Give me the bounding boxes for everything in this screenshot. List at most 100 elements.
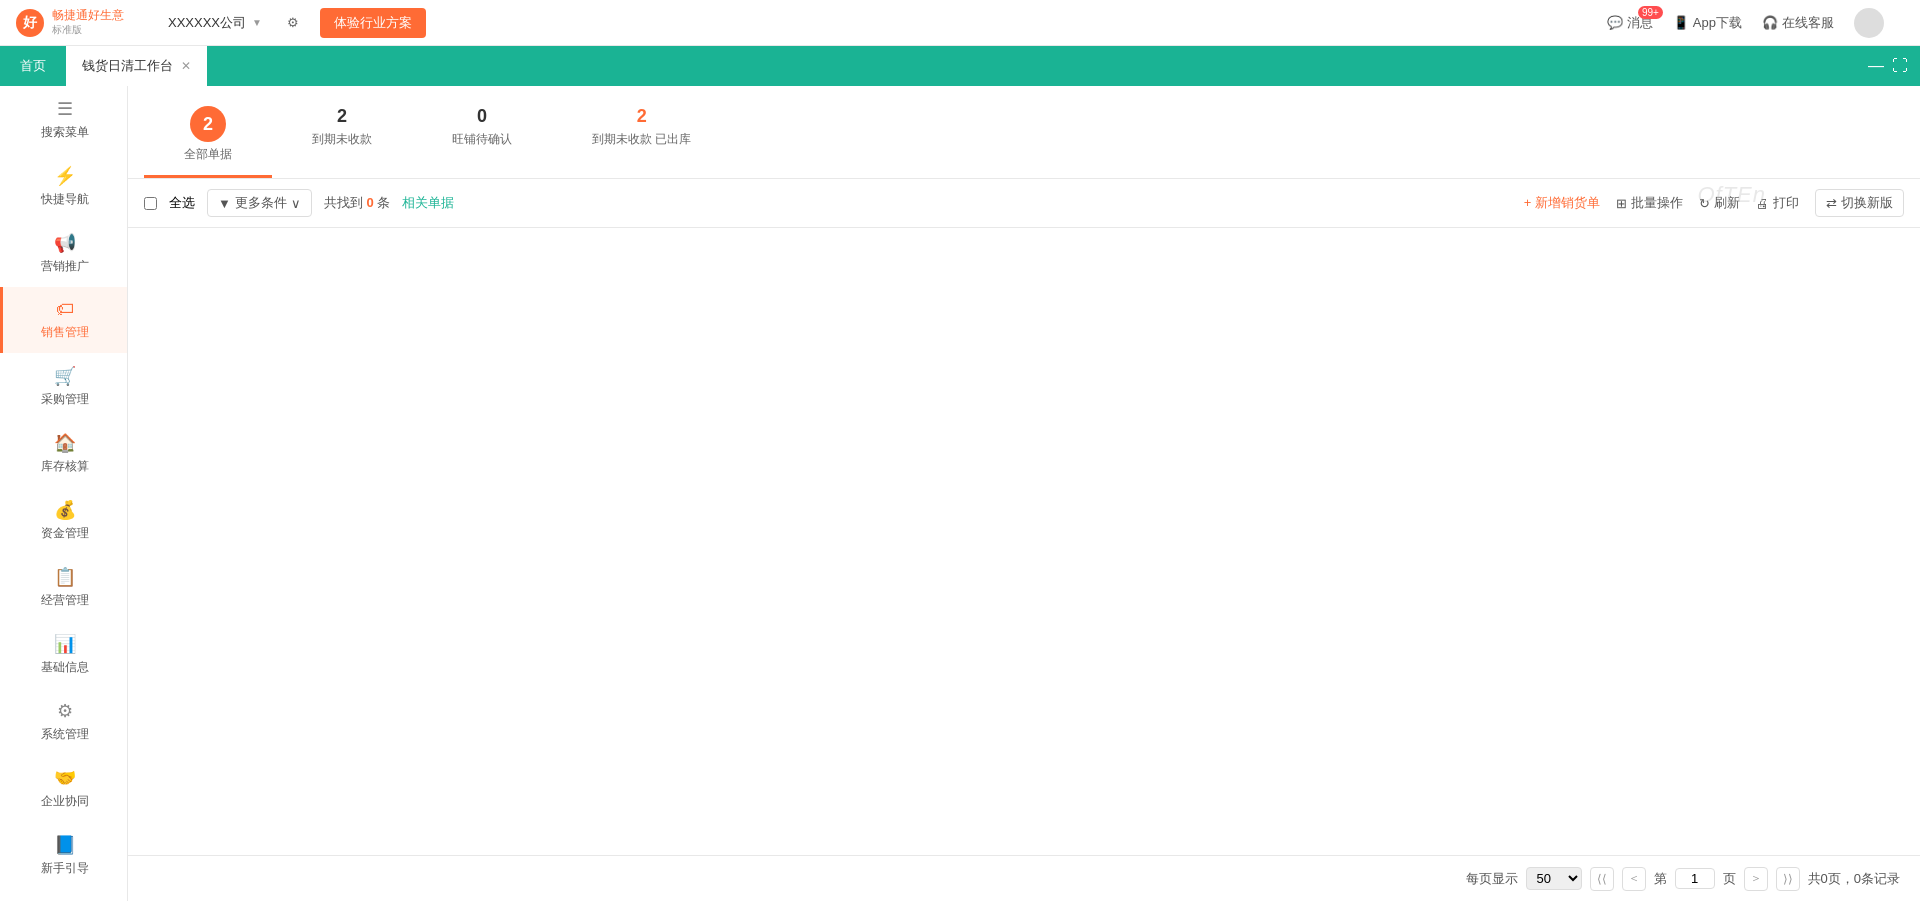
page-first-btn[interactable]: ⟨⟨ (1590, 867, 1614, 891)
stat-label-1: 到期未收款 (312, 131, 372, 148)
sidebar-item-purchase[interactable]: 🛒 采购管理 (0, 353, 127, 420)
sidebar-label-cooperation: 企业协同 (41, 793, 89, 810)
sidebar-label-sales: 销售管理 (41, 324, 89, 341)
main-content: 2 全部单据 2 到期未收款 0 旺铺待确认 2 到期未收款 已出库 全选 ▼ … (128, 86, 1920, 901)
sidebar-item-quick-nav[interactable]: ⚡ 快捷导航 (0, 153, 127, 220)
tab-current[interactable]: 钱货日清工作台 ✕ (66, 46, 207, 86)
company-name: XXXXXX公司 (168, 14, 246, 32)
sidebar-item-inventory[interactable]: 🏠 库存核算 (0, 420, 127, 487)
batch-operation-btn[interactable]: ⊞ 批量操作 (1616, 194, 1683, 212)
logo-area: 好 畅捷通好生意 标准版 (16, 8, 144, 38)
sidebar-icon-basic-info: 📊 (54, 633, 76, 655)
message-btn[interactable]: 💬 消息 99+ (1607, 14, 1653, 32)
found-text: 共找到 0 条 (324, 194, 390, 212)
total-info: 共0页，0条记录 (1808, 870, 1900, 888)
sidebar-icon-finance: 💰 (54, 499, 76, 521)
stat-number-3: 2 (637, 106, 647, 127)
stat-label-0: 全部单据 (184, 146, 232, 163)
layout: ☰ 搜索菜单 ⚡ 快捷导航 📢 营销推广 🏷 销售管理 🛒 采购管理 🏠 库存核… (0, 86, 1920, 901)
sidebar-icon-inventory: 🏠 (54, 432, 76, 454)
sidebar-item-system[interactable]: ⚙ 系统管理 (0, 688, 127, 755)
switch-label: 切换新版 (1841, 194, 1893, 212)
sidebar-label-inventory: 库存核算 (41, 458, 89, 475)
print-icon: 🖨 (1756, 196, 1769, 211)
sidebar-icon-system: ⚙ (57, 700, 73, 722)
stat-label-2: 旺铺待确认 (452, 131, 512, 148)
sidebar-icon-purchase: 🛒 (54, 365, 76, 387)
sidebar-item-app-center[interactable]: 🔧 应用中心 (0, 889, 127, 901)
sidebar-item-operation[interactable]: 📋 经营管理 (0, 554, 127, 621)
sidebar-item-search[interactable]: ☰ 搜索菜单 (0, 86, 127, 153)
stat-number-1: 2 (337, 106, 347, 127)
sidebar-item-basic-info[interactable]: 📊 基础信息 (0, 621, 127, 688)
print-label: 打印 (1773, 194, 1799, 212)
page-last-btn[interactable]: ⟩⟩ (1776, 867, 1800, 891)
settings-icon[interactable]: ⚙ (278, 8, 308, 38)
message-badge: 99+ (1638, 6, 1663, 19)
sidebar-item-marketing[interactable]: 📢 营销推广 (0, 220, 127, 287)
sidebar-label-operation: 经营管理 (41, 592, 89, 609)
sidebar-icon-guide: 📘 (54, 834, 76, 856)
page-label: 第 (1654, 870, 1667, 888)
switch-icon: ⇄ (1826, 196, 1837, 211)
stat-tab-1[interactable]: 2 到期未收款 (272, 98, 412, 178)
stat-tab-3[interactable]: 2 到期未收款 已出库 (552, 98, 731, 178)
sidebar-item-cooperation[interactable]: 🤝 企业协同 (0, 755, 127, 822)
page-suffix: 页 (1723, 870, 1736, 888)
filter-btn[interactable]: ▼ 更多条件 ∨ (207, 189, 312, 217)
tab-close-icon[interactable]: ✕ (181, 59, 191, 73)
logo-icon: 好 (16, 9, 44, 37)
found-count: 0 (367, 195, 374, 210)
service-icon: 🎧 (1762, 15, 1778, 30)
sidebar-item-guide[interactable]: 📘 新手引导 (0, 822, 127, 889)
sidebar-icon-quick-nav: ⚡ (54, 165, 76, 187)
refresh-btn[interactable]: ↻ 刷新 (1699, 194, 1740, 212)
select-all-checkbox[interactable] (144, 197, 157, 210)
sidebar-item-finance[interactable]: 💰 资金管理 (0, 487, 127, 554)
avatar[interactable] (1854, 8, 1884, 38)
table-area (128, 228, 1920, 855)
sidebar-icon-sales: 🏷 (56, 299, 74, 320)
pagination: 每页显示 50 100 200 ⟨⟨ ＜ 第 页 ＞ ⟩⟩ 共0页，0条记录 (128, 855, 1920, 901)
toolbar-right: + 新增销货单 ⊞ 批量操作 ↻ 刷新 🖨 打印 ⇄ 切换新版 (1524, 189, 1904, 217)
page-next-btn[interactable]: ＞ (1744, 867, 1768, 891)
sidebar-label-system: 系统管理 (41, 726, 89, 743)
message-icon: 💬 (1607, 15, 1623, 30)
per-page-select[interactable]: 50 100 200 (1526, 867, 1582, 890)
sidebar-label-search: 搜索菜单 (41, 124, 89, 141)
tab-minimize-icon[interactable]: — (1868, 57, 1884, 75)
stat-number-2: 0 (477, 106, 487, 127)
online-service-label: 在线客服 (1782, 14, 1834, 32)
company-selector[interactable]: XXXXXX公司 ▼ (160, 10, 270, 36)
tab-maximize-icon[interactable]: ⛶ (1892, 57, 1908, 75)
sidebar-icon-search: ☰ (57, 98, 73, 120)
tab-home[interactable]: 首页 (0, 46, 66, 86)
toolbar: 全选 ▼ 更多条件 ∨ 共找到 0 条 相关单据 + 新增销货单 ⊞ 批量操作 … (128, 179, 1920, 228)
add-sales-order-btn[interactable]: + 新增销货单 (1524, 194, 1600, 212)
sidebar-item-sales[interactable]: 🏷 销售管理 (0, 287, 127, 353)
page-input[interactable] (1675, 868, 1715, 889)
batch-icon: ⊞ (1616, 196, 1627, 211)
sidebar-label-purchase: 采购管理 (41, 391, 89, 408)
tab-bar: 首页 钱货日清工作台 ✕ — ⛶ (0, 46, 1920, 86)
page-prev-btn[interactable]: ＜ (1622, 867, 1646, 891)
batch-label: 批量操作 (1631, 194, 1683, 212)
app-download-btn[interactable]: 📱 App下载 (1673, 14, 1742, 32)
switch-version-btn[interactable]: ⇄ 切换新版 (1815, 189, 1904, 217)
top-header: 好 畅捷通好生意 标准版 XXXXXX公司 ▼ ⚙ 体验行业方案 💬 消息 99… (0, 0, 1920, 46)
refresh-icon: ↻ (1699, 196, 1710, 211)
per-page-label: 每页显示 (1466, 870, 1518, 888)
stat-tab-0[interactable]: 2 全部单据 (144, 98, 272, 178)
stat-number-bg-0: 2 (190, 106, 226, 142)
sidebar-icon-cooperation: 🤝 (54, 767, 76, 789)
sidebar-label-basic-info: 基础信息 (41, 659, 89, 676)
print-btn[interactable]: 🖨 打印 (1756, 194, 1799, 212)
related-link[interactable]: 相关单据 (402, 194, 454, 212)
logo-text: 畅捷通好生意 (52, 8, 124, 24)
filter-label: 更多条件 (235, 194, 287, 212)
industry-btn[interactable]: 体验行业方案 (320, 8, 426, 38)
filter-chevron: ∨ (291, 196, 301, 211)
online-service-btn[interactable]: 🎧 在线客服 (1762, 14, 1834, 32)
stat-tab-2[interactable]: 0 旺铺待确认 (412, 98, 552, 178)
tab-current-label: 钱货日清工作台 (82, 57, 173, 75)
